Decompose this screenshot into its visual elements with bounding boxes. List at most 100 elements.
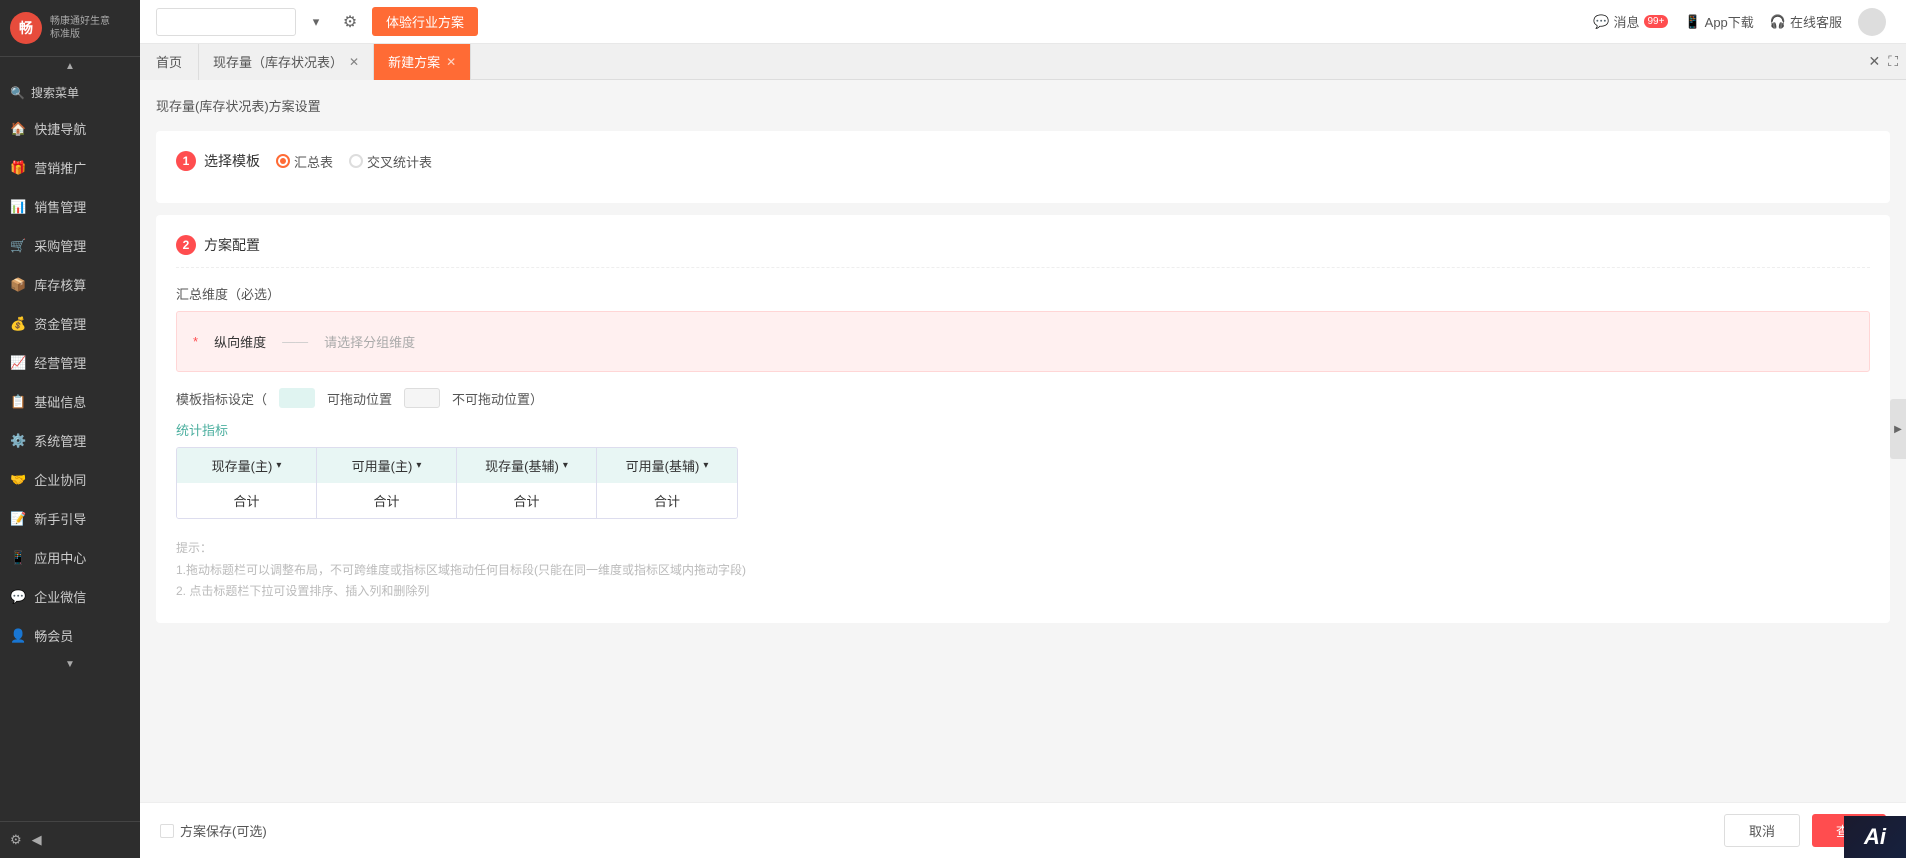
phone-icon: 📱: [10, 550, 26, 566]
sidebar-item-member[interactable]: 👤 畅会员: [0, 616, 140, 655]
box-icon: 📦: [10, 277, 26, 293]
online-service-button[interactable]: 🎧 在线客服: [1770, 12, 1842, 31]
topbar-dropdown-icon[interactable]: ▾: [304, 10, 328, 34]
sidebar-item-search[interactable]: 🔍 搜索菜单: [0, 76, 140, 109]
message-button[interactable]: 💬 消息 99+: [1593, 12, 1668, 31]
logo-icon: 畅: [10, 12, 42, 44]
ai-badge[interactable]: Ai: [1844, 816, 1906, 858]
template-indicator: 模板指标设定（ 可拖动位置 不可拖动位置）: [176, 388, 1870, 408]
sidebar-item-agreement[interactable]: 🤝 企业协同: [0, 460, 140, 499]
step1-header: 1 选择模板 汇总表 交叉统计表: [176, 151, 1870, 171]
sidebar-bottom: ⚙ ◀: [0, 821, 140, 858]
radio-cross-label: 交叉统计表: [367, 152, 432, 171]
trend-icon: 📈: [10, 355, 26, 371]
tab-inventory-close-icon[interactable]: ✕: [349, 55, 359, 69]
handshake-icon: 🤝: [10, 472, 26, 488]
topbar-search-input[interactable]: [156, 8, 296, 36]
undraggable-indicator: [404, 388, 440, 408]
sidebar-item-operation[interactable]: 📈 经营管理: [0, 343, 140, 382]
collapse-icon[interactable]: ◀: [32, 832, 42, 848]
sidebar-item-finance[interactable]: 💰 资金管理: [0, 304, 140, 343]
message-icon: 💬: [1593, 14, 1609, 30]
step2-number: 2: [176, 235, 196, 255]
step2-header: 2 方案配置: [176, 235, 1870, 255]
sidebar-item-purchase[interactable]: 🛒 采购管理: [0, 226, 140, 265]
sidebar-item-basic[interactable]: 📋 基础信息: [0, 382, 140, 421]
dimension-box: * 纵向维度 —— 请选择分组维度: [176, 311, 1870, 372]
stats-col-4-header[interactable]: 可用量(基辅) ▾: [597, 448, 737, 483]
list-icon: 📋: [10, 394, 26, 410]
sidebar-logo: 畅 畅康通好生意 标准版: [0, 0, 140, 57]
sidebar-scroll-down[interactable]: ▼: [0, 655, 140, 674]
stats-body-row: 合计 合计 合计 合计: [177, 483, 737, 518]
dimension-dash: ——: [282, 334, 308, 349]
sidebar: 畅 畅康通好生意 标准版 ▲ 🔍 搜索菜单 🏠 快捷导航 🎁 营销推广 📊 销售…: [0, 0, 140, 858]
stats-section: 统计指标 现存量(主) ▾ 可用量(主) ▾: [176, 420, 1870, 522]
cancel-button[interactable]: 取消: [1724, 814, 1800, 847]
guide-icon: 📝: [10, 511, 26, 527]
tab-expand-icon[interactable]: ⛶: [1888, 53, 1898, 70]
dimension-name: 纵向维度: [214, 332, 266, 351]
radio-summary-label: 汇总表: [294, 152, 333, 171]
tip-1: 1.拖动标题栏可以调整布局，不可跨维度或指标区域拖动任何目标段(只能在同一维度或…: [176, 560, 1870, 582]
chevron-down-icon-1: ▾: [276, 460, 281, 471]
sidebar-item-wechat[interactable]: 💬 企业微信: [0, 577, 140, 616]
sidebar-item-inventory[interactable]: 📦 库存核算: [0, 265, 140, 304]
tab-new-scheme-close-icon[interactable]: ✕: [446, 55, 456, 69]
sidebar-item-system[interactable]: ⚙️ 系统管理: [0, 421, 140, 460]
dimension-placeholder: 请选择分组维度: [324, 332, 415, 351]
page-title: 现存量(库存状况表)方案设置: [156, 96, 1890, 115]
tab-home[interactable]: 首页: [140, 44, 199, 80]
tab-close-window-icon[interactable]: ✕: [1868, 53, 1880, 70]
sidebar-item-sales[interactable]: 📊 销售管理: [0, 187, 140, 226]
save-checkbox-box[interactable]: [160, 824, 174, 838]
stats-col-2-header[interactable]: 可用量(主) ▾: [317, 448, 457, 483]
step1-title: 选择模板: [204, 151, 260, 171]
bottom-bar: 方案保存(可选) 取消 查询: [140, 802, 1906, 858]
stats-col-1-header[interactable]: 现存量(主) ▾: [177, 448, 317, 483]
dimension-row: * 纵向维度 —— 请选择分组维度: [193, 332, 1853, 351]
stats-col-3-header[interactable]: 现存量(基辅) ▾: [457, 448, 597, 483]
stats-col-1-body: 合计: [177, 483, 317, 518]
step1-number: 1: [176, 151, 196, 171]
cart-icon: 🛒: [10, 238, 26, 254]
stats-header-row: 现存量(主) ▾ 可用量(主) ▾ 现存量(基辅) ▾: [177, 448, 737, 483]
search-icon: 🔍: [10, 86, 25, 100]
stats-section-label: 统计指标: [176, 420, 1870, 439]
save-checkbox[interactable]: 方案保存(可选): [160, 821, 267, 840]
industry-solution-button[interactable]: 体验行业方案: [372, 7, 478, 36]
dimension-label: 汇总维度（必选）: [176, 284, 1870, 303]
right-edge-button[interactable]: ▶: [1890, 399, 1906, 459]
stats-col-4-body: 合计: [597, 483, 737, 518]
sidebar-item-newbie[interactable]: 📝 新手引导: [0, 499, 140, 538]
tab-inventory-status[interactable]: 现存量（库存状况表） ✕: [199, 44, 374, 80]
app-download-button[interactable]: 📱 App下载: [1684, 12, 1753, 31]
user-avatar-button[interactable]: [1858, 8, 1890, 36]
chevron-down-icon-4: ▾: [703, 460, 708, 471]
tab-new-scheme[interactable]: 新建方案 ✕: [374, 44, 471, 80]
tips-label: 提示：: [176, 538, 1870, 560]
stats-col-3-body: 合计: [457, 483, 597, 518]
chevron-down-icon-3: ▾: [563, 460, 568, 471]
sidebar-item-marketing[interactable]: 🎁 营销推广: [0, 148, 140, 187]
tips-section: 提示： 1.拖动标题栏可以调整布局，不可跨维度或指标区域拖动任何目标段(只能在同…: [176, 538, 1870, 603]
template-radio-group: 汇总表 交叉统计表: [276, 152, 432, 171]
sidebar-scroll-up[interactable]: ▲: [0, 57, 140, 76]
avatar: [1858, 8, 1886, 36]
headset-icon: 🎧: [1770, 14, 1786, 30]
save-checkbox-label: 方案保存(可选): [180, 821, 267, 840]
step2-content: 汇总维度（必选） * 纵向维度 —— 请选择分组维度 模板指标设定（: [176, 267, 1870, 603]
step2-title: 方案配置: [204, 235, 260, 255]
topbar-left: ▾ ⚙ 体验行业方案: [156, 7, 1581, 36]
chart-icon: 📊: [10, 199, 26, 215]
radio-cross[interactable]: 交叉统计表: [349, 152, 432, 171]
radio-summary[interactable]: 汇总表: [276, 152, 333, 171]
topbar-gear-icon[interactable]: ⚙: [336, 8, 364, 36]
phone-download-icon: 📱: [1684, 14, 1700, 30]
settings-icon[interactable]: ⚙: [10, 832, 22, 848]
chevron-down-icon-2: ▾: [416, 460, 421, 471]
tip-2: 2. 点击标题栏下拉可设置排序、插入列和删除列: [176, 581, 1870, 603]
sidebar-item-app-center[interactable]: 📱 应用中心: [0, 538, 140, 577]
home-icon: 🏠: [10, 121, 26, 137]
sidebar-item-quick-nav[interactable]: 🏠 快捷导航: [0, 109, 140, 148]
